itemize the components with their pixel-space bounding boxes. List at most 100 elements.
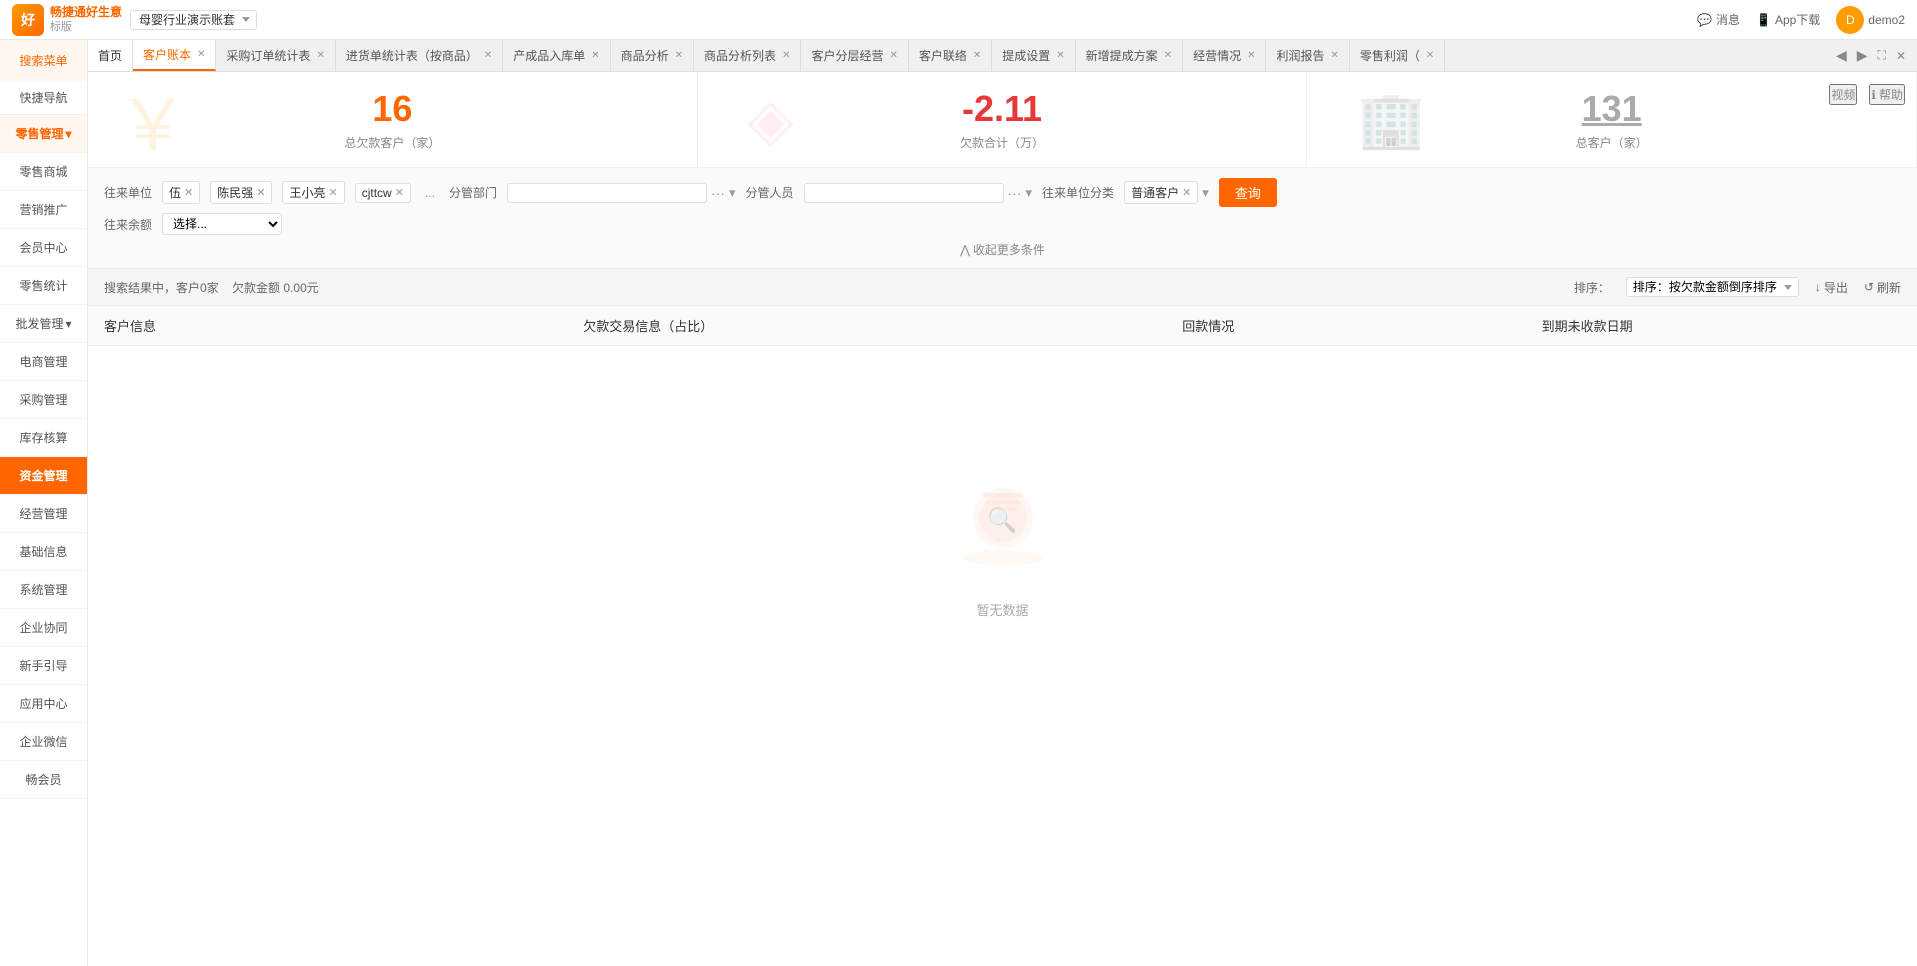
sidebar-item-operation[interactable]: 经营管理 [0, 495, 87, 533]
person-dots[interactable]: ··· [1008, 185, 1022, 201]
avatar: D [1836, 6, 1864, 34]
tab-purchase-order[interactable]: 采购订单统计表 ✕ [216, 40, 335, 71]
sidebar-item-member2[interactable]: 畅会员 [0, 761, 87, 799]
sidebar: 搜索菜单 快捷导航 零售管理 ▾ 零售商城 营销推广 会员中心 零售统计 批发管… [0, 40, 88, 966]
company-select[interactable]: 母婴行业演示账套 [130, 10, 257, 30]
tab-prev-btn[interactable]: ◀ [1833, 47, 1850, 64]
export-btn[interactable]: ↓ 导出 [1815, 279, 1848, 296]
filter-tag-wang: 王小亮 ✕ [282, 181, 344, 204]
tab-close-all-btn[interactable]: ✕ [1893, 49, 1909, 63]
page-content: ￥ 16 总欠款客户（家） ◈ -2.11 欠款合计（万） 🏢 131 总客户（… [88, 72, 1917, 966]
app-download-btn[interactable]: 📱 App下载 [1756, 11, 1820, 28]
tab-product-analysis[interactable]: 商品分析 ✕ [611, 40, 694, 71]
collapse-label: 收起更多条件 [973, 241, 1045, 258]
sidebar-item-basic-label: 基础信息 [19, 545, 67, 559]
top-bar: 好 畅捷通好生意 标版 母婴行业演示账套 💬 消息 📱 App下载 D demo… [0, 0, 1917, 40]
tab-new-promotion[interactable]: 新增提成方案 ✕ [1076, 40, 1183, 71]
tab-retail-profit[interactable]: 零售利润（ ✕ [1350, 40, 1445, 71]
tab-close-icon-10[interactable]: ✕ [1164, 50, 1172, 61]
user-area[interactable]: D demo2 [1836, 6, 1905, 34]
dept-dots[interactable]: ··· [711, 185, 725, 201]
tab-customer-cost[interactable]: 客户账本 ✕ [133, 40, 216, 71]
stat-actions: 视频 ℹ 帮助 [1829, 84, 1905, 105]
tab-promotion-settings[interactable]: 提成设置 ✕ [992, 40, 1075, 71]
tab-close-icon-6[interactable]: ✕ [782, 50, 790, 61]
empty-text: 暂无数据 [976, 600, 1028, 619]
collapse-btn[interactable]: ⋀ 收起更多条件 [960, 241, 1045, 258]
quick-nav-btn[interactable]: 快捷导航 [0, 81, 87, 115]
tab-close-icon-11[interactable]: ✕ [1247, 50, 1255, 61]
tab-close-icon-3[interactable]: ✕ [484, 50, 492, 61]
search-menu-btn[interactable]: 搜索菜单 [8, 48, 79, 73]
chevron-down-icon: ▾ [65, 127, 71, 141]
tab-customer-cost-label: 客户账本 [143, 46, 191, 63]
refresh-btn[interactable]: ↺ 刷新 [1864, 279, 1901, 296]
sidebar-item-enterprise[interactable]: 企业协同 [0, 609, 87, 647]
tab-product-analysis-label: 商品分析 [621, 47, 669, 64]
tab-product-instock[interactable]: 产成品入库单 ✕ [503, 40, 610, 71]
message-btn[interactable]: 💬 消息 [1697, 11, 1740, 28]
tab-product-analysis-list[interactable]: 商品分析列表 ✕ [694, 40, 801, 71]
sidebar-item-app-center[interactable]: 应用中心 [0, 685, 87, 723]
stat-debt-amount-label: 欠款合计（万） [960, 134, 1044, 151]
col-repayment: 回款情况 [1182, 316, 1541, 335]
dept-input[interactable] [507, 183, 707, 203]
stat-total-customers2-label: 总客户（家） [1576, 134, 1648, 151]
sidebar-item-ecommerce[interactable]: 电商管理 [0, 343, 87, 381]
sidebar-item-inventory[interactable]: 库存核算 [0, 419, 87, 457]
stat-total-customers: 🏢 131 总客户（家） [1307, 72, 1917, 167]
tab-close-icon-12[interactable]: ✕ [1331, 50, 1339, 61]
category-select-area: 普通客户 ✕ ▾ [1124, 181, 1209, 204]
sidebar-item-retail-mall[interactable]: 零售商城 [0, 153, 87, 191]
sort-select[interactable]: 排序：按欠款金额倒序排序 [1626, 277, 1799, 297]
tab-next-btn[interactable]: ▶ [1854, 47, 1871, 64]
tab-close-icon[interactable]: ✕ [197, 49, 205, 60]
sidebar-item-newbie[interactable]: 新手引导 [0, 647, 87, 685]
tag-chen-close[interactable]: ✕ [256, 186, 265, 199]
sidebar-item-app-center-label: 应用中心 [19, 697, 67, 711]
sidebar-item-retail-stats[interactable]: 零售统计 [0, 267, 87, 305]
tab-customer-contact[interactable]: 客户联络 ✕ [909, 40, 992, 71]
sidebar-item-batch[interactable]: 批发管理 ▾ [0, 305, 87, 343]
tab-close-icon-7[interactable]: ✕ [889, 50, 897, 61]
tab-close-icon-9[interactable]: ✕ [1056, 50, 1064, 61]
video-btn[interactable]: 视频 [1829, 84, 1857, 105]
sidebar-item-marketing[interactable]: 营销推广 [0, 191, 87, 229]
sidebar-item-system[interactable]: 系统管理 [0, 571, 87, 609]
tag-category-close[interactable]: ✕ [1182, 186, 1191, 199]
tab-close-icon-4[interactable]: ✕ [591, 50, 599, 61]
help-btn[interactable]: ℹ 帮助 [1869, 84, 1905, 105]
tab-purchase-stats[interactable]: 进货单统计表（按商品） ✕ [336, 40, 503, 71]
tab-expand-btn[interactable]: ⛶ [1875, 48, 1889, 63]
remainder-select[interactable]: 选择... [162, 213, 282, 235]
tab-customer-layer[interactable]: 客户分层经营 ✕ [801, 40, 908, 71]
tab-close-icon-5[interactable]: ✕ [675, 50, 683, 61]
tab-new-promotion-label: 新增提成方案 [1086, 47, 1158, 64]
tab-profit-report-label: 利润报告 [1276, 47, 1324, 64]
tab-close-icon-2[interactable]: ✕ [316, 50, 324, 61]
sidebar-item-purchase[interactable]: 采购管理 [0, 381, 87, 419]
tab-close-icon-13[interactable]: ✕ [1426, 50, 1434, 61]
tag-cjttcw-close[interactable]: ✕ [395, 186, 404, 199]
sidebar-item-retail-stats-label: 零售统计 [19, 279, 67, 293]
tab-home[interactable]: 首页 [88, 40, 133, 71]
filter-more-btn[interactable]: ... [421, 184, 439, 202]
sidebar-item-finance[interactable]: 资金管理 [0, 457, 87, 495]
filter-area: 往来单位 伍 ✕ 陈民强 ✕ 王小亮 ✕ cjttcw [88, 168, 1917, 269]
tag-wu-close[interactable]: ✕ [184, 186, 193, 199]
tag-wang-close[interactable]: ✕ [329, 186, 338, 199]
tag-category-text: 普通客户 [1131, 184, 1179, 201]
sidebar-item-wechat-label: 企业微信 [19, 735, 67, 749]
query-btn[interactable]: 查询 [1219, 178, 1277, 207]
tab-profit-report[interactable]: 利润报告 ✕ [1266, 40, 1349, 71]
sidebar-item-basic[interactable]: 基础信息 [0, 533, 87, 571]
remainder-select-area: 选择... [162, 213, 282, 235]
sidebar-item-retail[interactable]: 零售管理 ▾ [0, 115, 87, 153]
tab-operation[interactable]: 经营情况 ✕ [1183, 40, 1266, 71]
main-layout: 搜索菜单 快捷导航 零售管理 ▾ 零售商城 营销推广 会员中心 零售统计 批发管… [0, 40, 1917, 966]
sidebar-item-member[interactable]: 会员中心 [0, 229, 87, 267]
top-bar-right: 💬 消息 📱 App下载 D demo2 [1697, 6, 1905, 34]
sidebar-item-wechat[interactable]: 企业微信 [0, 723, 87, 761]
tab-close-icon-8[interactable]: ✕ [973, 50, 981, 61]
person-input[interactable] [804, 183, 1004, 203]
